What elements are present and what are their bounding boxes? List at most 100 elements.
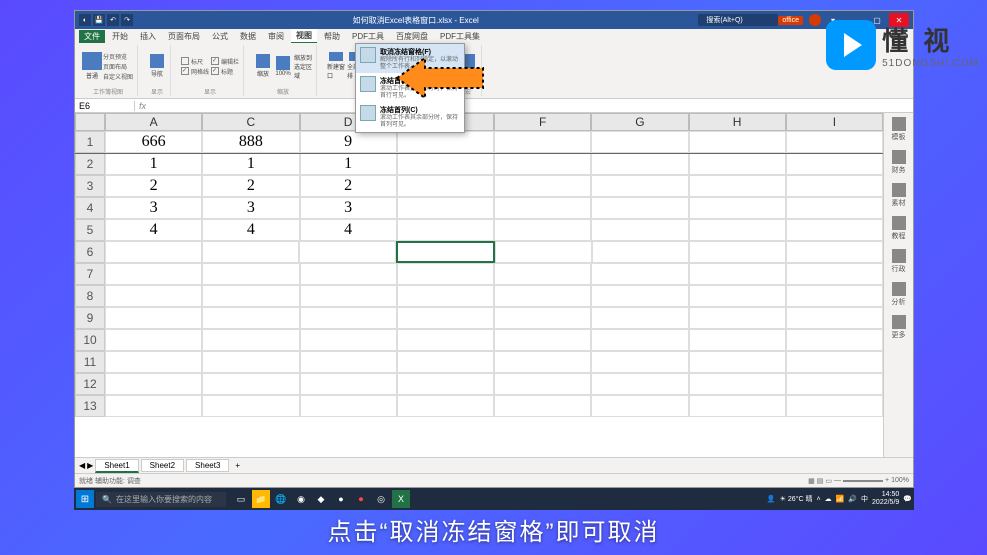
cell[interactable] xyxy=(494,219,591,241)
cell[interactable] xyxy=(494,285,591,307)
cell[interactable] xyxy=(689,197,786,219)
cell[interactable] xyxy=(689,241,786,263)
zoom-button[interactable]: 缩放 xyxy=(254,52,272,80)
cell[interactable] xyxy=(689,131,786,153)
name-box[interactable]: E6 xyxy=(75,101,135,111)
zoom-selection-button[interactable]: 缩放到选定区域 xyxy=(294,52,312,80)
cell[interactable] xyxy=(689,219,786,241)
row-header[interactable]: 1 xyxy=(75,131,105,153)
cell[interactable] xyxy=(689,373,786,395)
select-all-corner[interactable] xyxy=(75,113,105,131)
cell[interactable]: 9 xyxy=(300,131,397,153)
cell[interactable] xyxy=(494,373,591,395)
sheet-nav-next-icon[interactable]: ▶ xyxy=(87,461,93,470)
cell[interactable] xyxy=(202,395,299,417)
cell[interactable] xyxy=(397,153,494,175)
user-avatar-icon[interactable] xyxy=(809,14,821,26)
tab-baidu[interactable]: 百度网盘 xyxy=(391,30,433,43)
cell[interactable] xyxy=(105,307,202,329)
cell[interactable] xyxy=(105,373,202,395)
cell[interactable] xyxy=(591,175,688,197)
gridlines-checkbox[interactable]: 网格线 xyxy=(181,67,209,76)
cell[interactable] xyxy=(786,307,883,329)
custom-views[interactable]: 自定义视图 xyxy=(103,72,133,81)
cell[interactable] xyxy=(494,197,591,219)
cell[interactable]: 2 xyxy=(202,175,299,197)
cell[interactable] xyxy=(689,153,786,175)
page-break-preview[interactable]: 分页预览 xyxy=(103,52,133,61)
cell[interactable] xyxy=(494,351,591,373)
task-view-icon[interactable]: ▭ xyxy=(232,490,250,508)
tab-formula[interactable]: 公式 xyxy=(207,30,233,43)
taskbar-search[interactable]: 🔍 在这里输入你要搜索的内容 xyxy=(96,492,226,507)
cell[interactable] xyxy=(494,175,591,197)
tab-pdf[interactable]: PDF工具 xyxy=(347,30,389,43)
cell[interactable] xyxy=(786,395,883,417)
cell[interactable] xyxy=(397,329,494,351)
sheet-tab-3[interactable]: Sheet3 xyxy=(186,459,229,472)
cell[interactable] xyxy=(786,197,883,219)
add-sheet-button[interactable]: + xyxy=(231,460,244,471)
row-header[interactable]: 10 xyxy=(75,329,105,351)
tab-review[interactable]: 审阅 xyxy=(263,30,289,43)
page-layout[interactable]: 页面布局 xyxy=(103,62,133,71)
cell[interactable] xyxy=(786,351,883,373)
row-header[interactable]: 2 xyxy=(75,153,105,175)
cell[interactable] xyxy=(202,373,299,395)
cell[interactable]: 2 xyxy=(300,175,397,197)
side-analysis[interactable]: 分析 xyxy=(892,282,906,307)
tab-pdf2[interactable]: PDF工具集 xyxy=(435,30,485,43)
cell[interactable] xyxy=(397,263,494,285)
cell[interactable] xyxy=(591,153,688,175)
cell[interactable] xyxy=(105,285,202,307)
cell[interactable] xyxy=(494,153,591,175)
row-header[interactable]: 12 xyxy=(75,373,105,395)
formula-bar-checkbox[interactable]: 编辑栏 xyxy=(211,57,239,66)
notifications-icon[interactable]: 💬 xyxy=(903,495,912,503)
cell[interactable]: 1 xyxy=(300,153,397,175)
cell[interactable] xyxy=(202,329,299,351)
cell[interactable] xyxy=(591,131,688,153)
sheet-tab-2[interactable]: Sheet2 xyxy=(141,459,184,472)
cell[interactable] xyxy=(494,131,591,153)
row-header[interactable]: 3 xyxy=(75,175,105,197)
view-break-icon[interactable]: ▭ xyxy=(825,477,832,485)
autosave-toggle[interactable]: ◐ xyxy=(79,14,91,26)
formula-bar[interactable]: fx xyxy=(135,101,913,111)
row-header[interactable]: 7 xyxy=(75,263,105,285)
cell[interactable] xyxy=(786,175,883,197)
row-header[interactable]: 8 xyxy=(75,285,105,307)
save-icon[interactable]: 💾 xyxy=(93,14,105,26)
network-icon[interactable]: 📶 xyxy=(836,495,845,503)
cell[interactable] xyxy=(397,351,494,373)
col-header[interactable]: A xyxy=(105,113,202,131)
cell[interactable] xyxy=(397,131,494,153)
side-more[interactable]: 更多 xyxy=(892,315,906,340)
cell[interactable] xyxy=(397,197,494,219)
cell[interactable]: 4 xyxy=(300,219,397,241)
cell[interactable] xyxy=(786,219,883,241)
row-header[interactable]: 5 xyxy=(75,219,105,241)
fx-icon[interactable]: fx xyxy=(139,101,146,111)
row-header[interactable]: 4 xyxy=(75,197,105,219)
row-header[interactable]: 9 xyxy=(75,307,105,329)
cell[interactable] xyxy=(591,219,688,241)
side-tutorial[interactable]: 教程 xyxy=(892,216,906,241)
cell[interactable] xyxy=(786,373,883,395)
cell[interactable] xyxy=(397,307,494,329)
col-header[interactable]: F xyxy=(494,113,591,131)
sheet-nav-prev-icon[interactable]: ◀ xyxy=(79,461,85,470)
view-layout-icon[interactable]: ▤ xyxy=(817,477,824,485)
cell[interactable] xyxy=(689,285,786,307)
cell[interactable]: 4 xyxy=(202,219,299,241)
cell[interactable] xyxy=(786,153,883,175)
navigation-button[interactable]: 导航 xyxy=(148,52,166,80)
view-normal-icon[interactable]: ▦ xyxy=(808,477,815,485)
tab-insert[interactable]: 插入 xyxy=(135,30,161,43)
cell[interactable] xyxy=(105,263,202,285)
cell[interactable] xyxy=(202,241,299,263)
cell[interactable] xyxy=(202,351,299,373)
cell[interactable] xyxy=(689,307,786,329)
cell[interactable] xyxy=(494,329,591,351)
cell[interactable]: 3 xyxy=(202,197,299,219)
